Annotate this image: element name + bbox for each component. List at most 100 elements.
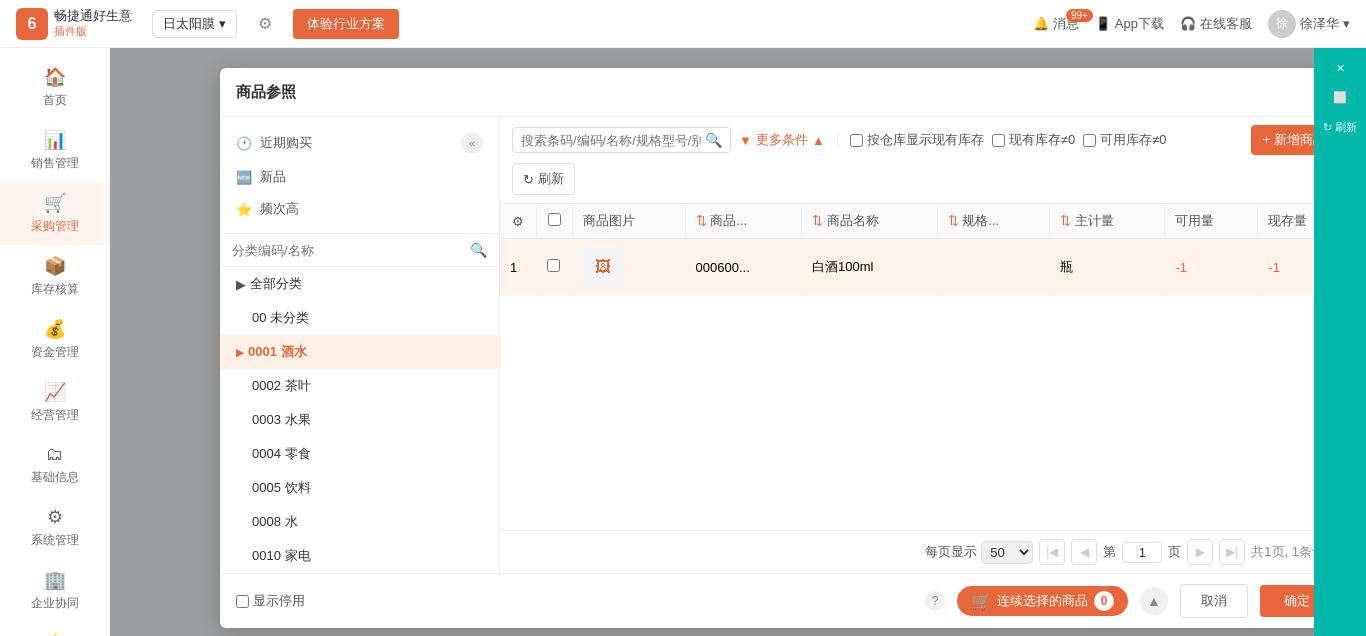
sidebar-item-purchase[interactable]: 🛒 采购管理: [0, 182, 109, 245]
col-checkbox[interactable]: [536, 204, 572, 239]
category-0010-label: 0010 家电: [252, 547, 311, 565]
category-0004-label: 0004 零食: [252, 445, 311, 463]
settings-icon[interactable]: ⚙: [249, 8, 281, 40]
sidebar-item-operations[interactable]: 📈 经营管理: [0, 371, 109, 434]
category-0003-label: 0003 水果: [252, 411, 311, 429]
notification-bell[interactable]: 🔔 消息 99+: [1033, 15, 1079, 33]
col-code-icon: ⇅: [696, 213, 707, 228]
collapse-cart-button[interactable]: ▲: [1140, 587, 1168, 615]
category-0002-label: 0002 茶叶: [252, 377, 311, 395]
sidebar-item-finance[interactable]: 💰 资金管理: [0, 308, 109, 371]
col-available-label: 可用量: [1175, 213, 1214, 228]
new-product-item[interactable]: 🆕 新品: [220, 161, 499, 193]
category-item-0005[interactable]: 0005 饮料: [220, 471, 499, 505]
sidebar-label-base: 基础信息: [31, 469, 79, 486]
search-icon[interactable]: 🔍: [470, 242, 487, 258]
category-item-0010[interactable]: 0010 家电: [220, 539, 499, 573]
cell-name: 白酒100ml: [802, 239, 938, 296]
category-item-0002[interactable]: 0002 茶叶: [220, 369, 499, 403]
purchase-icon: 🛒: [44, 192, 66, 214]
col-settings[interactable]: ⚙: [500, 204, 536, 239]
sidebar-item-home[interactable]: 🏠 首页: [0, 56, 109, 119]
add-product-button[interactable]: + 新增商品: [1251, 125, 1314, 155]
show-disabled-checkbox[interactable]: 显示停用: [236, 592, 305, 610]
online-service[interactable]: 🎧 在线客服: [1180, 15, 1252, 33]
category-item-0001[interactable]: ▶ 0001 酒水: [220, 335, 499, 369]
show-disabled-check[interactable]: [236, 595, 249, 608]
col-unit-label: 主计量: [1075, 213, 1114, 228]
sidebar-item-system[interactable]: ⚙ 系统管理: [0, 496, 109, 559]
cart-selector[interactable]: 🛒 连续选择的商品 0: [957, 586, 1128, 616]
help-icon[interactable]: ?: [925, 591, 945, 611]
frequent-item[interactable]: ⭐ 频次高: [220, 193, 499, 225]
home-icon: 🏠: [44, 66, 66, 88]
table-row[interactable]: 1 🖼 000600... 白酒100ml 瓶 -1: [500, 239, 1314, 296]
col-name[interactable]: ⇅ 商品名称: [802, 204, 938, 239]
filter-bar: 🔍 ▼ 更多条件 ▲ 按仓库显示现有库存: [500, 117, 1314, 204]
sidebar-item-collab[interactable]: 🏢 企业协同: [0, 559, 109, 622]
current-stock-checkbox[interactable]: [992, 134, 1005, 147]
triangle-icon: ▶: [236, 277, 246, 292]
service-label: 在线客服: [1200, 15, 1252, 33]
cell-unit: 瓶: [1049, 239, 1165, 296]
sidebar-label-sales: 销售管理: [31, 155, 79, 172]
category-item-0004[interactable]: 0004 零食: [220, 437, 499, 471]
warehouse-checkbox[interactable]: [850, 134, 863, 147]
category-item-all[interactable]: ▶ 全部分类: [220, 267, 499, 301]
available-stock-filter[interactable]: 可用库存≠0: [1083, 131, 1166, 149]
user-profile[interactable]: 徐 徐泽华 ▾: [1268, 10, 1350, 38]
trial-button[interactable]: 体验行业方案: [293, 9, 399, 39]
close-button[interactable]: ✕: [1310, 80, 1314, 104]
sidebar-item-inventory[interactable]: 📦 库存核算: [0, 245, 109, 308]
category-search-input[interactable]: [232, 243, 464, 258]
category-item-00[interactable]: 00 未分类: [220, 301, 499, 335]
refresh-button[interactable]: ↻ 刷新: [512, 163, 575, 195]
store-selector[interactable]: 日太阳膜 ▾: [152, 10, 237, 38]
last-page-button[interactable]: ▶|: [1219, 539, 1245, 565]
page-size-select[interactable]: 20 50 100: [981, 541, 1033, 564]
cell-checkbox[interactable]: [536, 239, 572, 296]
refresh-icon: ↻: [523, 172, 534, 187]
sidebar-item-guide[interactable]: 🌟 新手引导: [0, 622, 109, 636]
new-icon: 🆕: [236, 170, 252, 185]
prev-page-button[interactable]: ◀: [1071, 539, 1097, 565]
col-unit[interactable]: ⇅ 主计量: [1049, 204, 1165, 239]
category-item-0008[interactable]: 0008 水: [220, 505, 499, 539]
collapse-button[interactable]: «: [461, 132, 483, 154]
recent-purchase-item[interactable]: 🕐 近期购买 «: [220, 125, 499, 161]
first-page-button[interactable]: |◀: [1039, 539, 1065, 565]
col-spec[interactable]: ⇅ 规格...: [937, 204, 1049, 239]
sidebar-item-base[interactable]: 🗂 基础信息: [0, 434, 109, 496]
warehouse-filter[interactable]: 按仓库显示现有库存: [850, 131, 984, 149]
filter-conditions-btn[interactable]: ▼ 更多条件 ▲: [739, 131, 825, 149]
system-icon: ⚙: [47, 506, 63, 528]
select-all-checkbox[interactable]: [548, 213, 561, 226]
cart-label: 连续选择的商品: [997, 592, 1088, 610]
category-item-0003[interactable]: 0003 水果: [220, 403, 499, 437]
confirm-button[interactable]: 确定: [1260, 585, 1314, 617]
right-expand-button[interactable]: ⬜: [1314, 85, 1366, 110]
clock-icon: 🕐: [236, 136, 252, 151]
avatar: 徐: [1268, 10, 1296, 38]
row-checkbox[interactable]: [547, 259, 560, 272]
next-page-button[interactable]: ▶: [1187, 539, 1213, 565]
right-close-button[interactable]: ✕: [1314, 56, 1366, 81]
cancel-button[interactable]: 取消: [1180, 584, 1248, 618]
page-number-input[interactable]: [1122, 542, 1162, 563]
cell-image: 🖼: [572, 239, 685, 296]
recent-section: 🕐 近期购买 « 🆕 新品 ⭐ 频次高: [220, 117, 499, 234]
category-00-label: 00 未分类: [252, 309, 309, 327]
cart-icon: 🛒: [971, 592, 991, 611]
modal-left-panel: 🕐 近期购买 « 🆕 新品 ⭐ 频次高: [220, 117, 500, 573]
right-refresh-button[interactable]: ↻ 刷新: [1314, 114, 1366, 141]
modal-body: 🕐 近期购买 « 🆕 新品 ⭐ 频次高: [220, 117, 1314, 573]
sidebar-label-purchase: 采购管理: [31, 218, 79, 235]
sidebar-item-sales[interactable]: 📊 销售管理: [0, 119, 109, 182]
app-download[interactable]: 📱 App下载: [1095, 15, 1164, 33]
available-stock-checkbox[interactable]: [1083, 134, 1096, 147]
product-search-input[interactable]: [521, 133, 701, 148]
current-stock-filter[interactable]: 现有库存≠0: [992, 131, 1075, 149]
col-code[interactable]: ⇅ 商品...: [685, 204, 801, 239]
product-search-icon[interactable]: 🔍: [705, 132, 722, 148]
current-stock-label: 现有库存≠0: [1009, 131, 1075, 149]
